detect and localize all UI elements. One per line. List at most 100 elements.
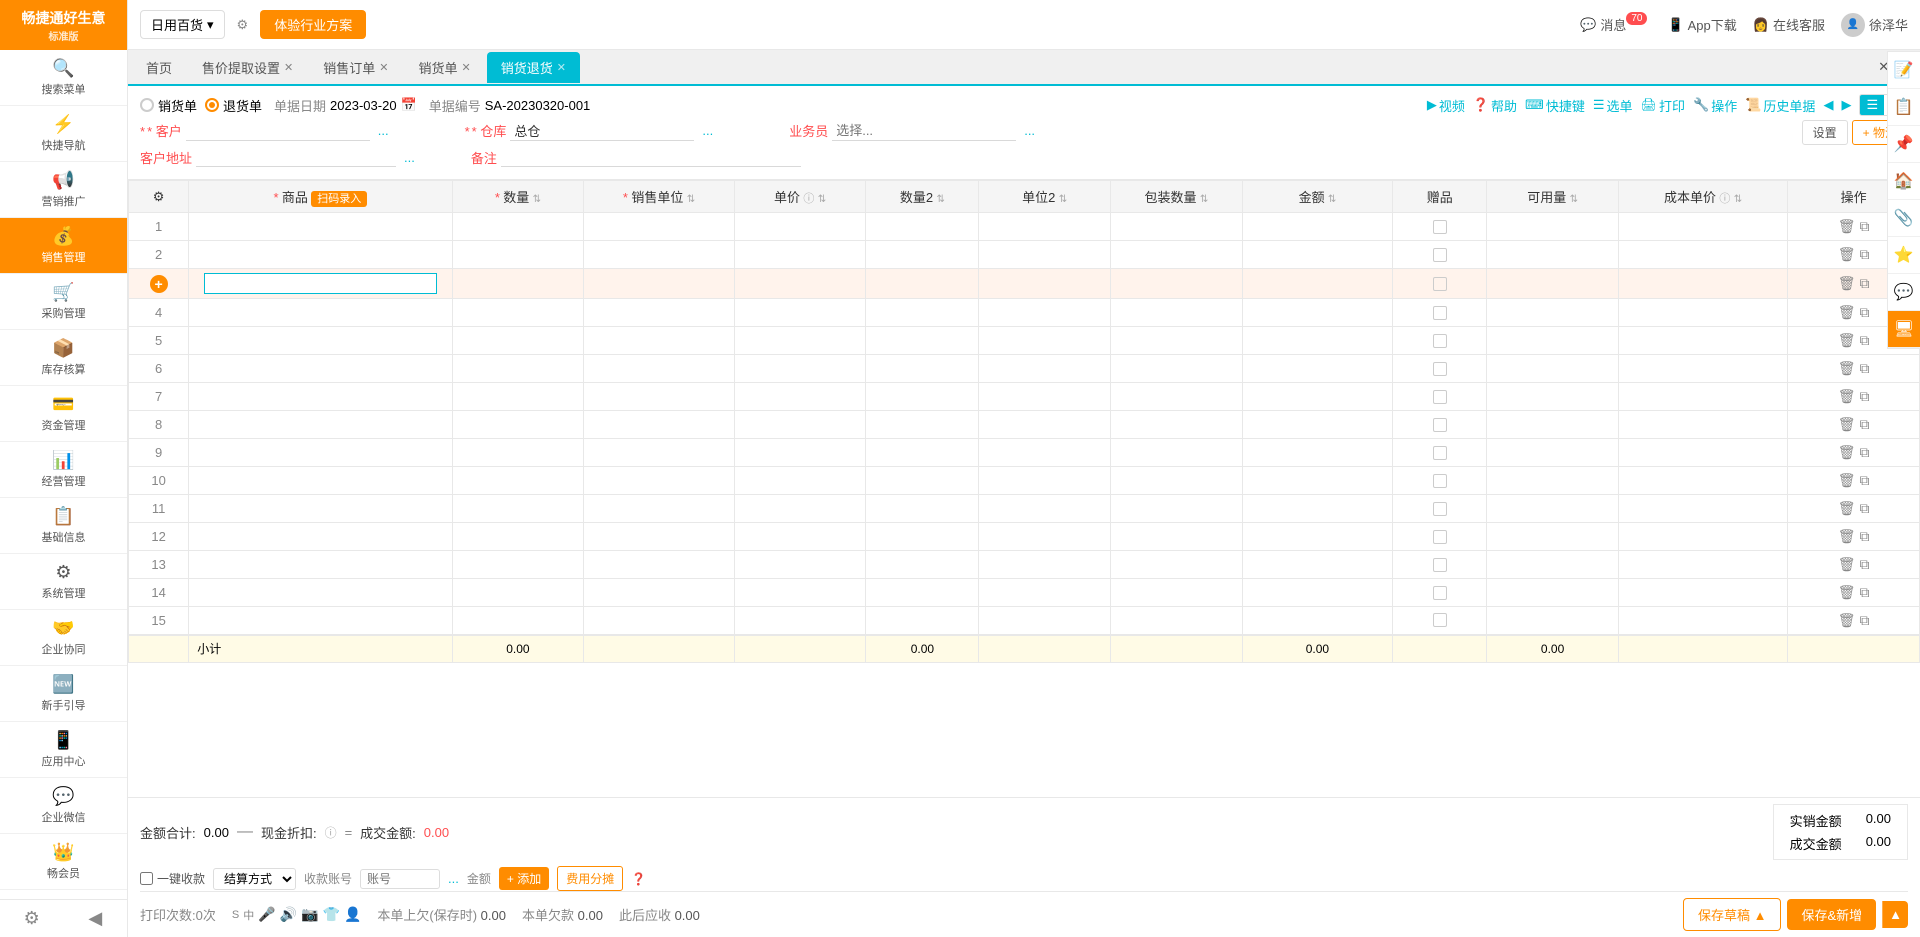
delete-row-btn[interactable]: 🗑 <box>1838 360 1856 377</box>
tab-sales-return-close[interactable]: ✕ <box>557 61 566 74</box>
product-cell[interactable] <box>189 241 452 269</box>
amount-cell[interactable] <box>1242 355 1393 383</box>
qty-cell[interactable] <box>452 327 584 355</box>
save-draft-btn[interactable]: 保存草稿 ▲ <box>1683 898 1782 931</box>
save-new-chevron[interactable]: ▲ <box>1882 901 1908 928</box>
product-cell[interactable] <box>189 383 452 411</box>
qty2-cell[interactable] <box>866 467 979 495</box>
product-input[interactable] <box>204 273 437 294</box>
address-dots[interactable]: ... <box>404 150 415 165</box>
print-action[interactable]: 🖨 打印 <box>1641 96 1686 115</box>
pkg-cell[interactable] <box>1111 411 1243 439</box>
operation-action[interactable]: 🔧 操作 <box>1693 96 1737 115</box>
unit2-cell[interactable] <box>979 495 1111 523</box>
unit-cell[interactable] <box>584 551 735 579</box>
help-action[interactable]: ❓ 帮助 <box>1473 96 1517 115</box>
qty2-cell[interactable] <box>866 355 979 383</box>
price-cell[interactable] <box>734 439 866 467</box>
amount-cell[interactable] <box>1242 327 1393 355</box>
right-panel-home[interactable]: 🏠 <box>1888 163 1920 200</box>
unit-cell[interactable] <box>584 241 735 269</box>
qty2-cell[interactable] <box>866 213 979 241</box>
col-qty2-header[interactable]: 数量2 ⇅ <box>866 181 979 213</box>
right-panel-star[interactable]: ⭐ <box>1888 237 1920 274</box>
product-cell[interactable] <box>189 467 452 495</box>
pkg-cell[interactable] <box>1111 467 1243 495</box>
amount-cell[interactable] <box>1242 523 1393 551</box>
unit2-cell[interactable] <box>979 523 1111 551</box>
delete-row-btn[interactable]: 🗑 <box>1838 416 1856 433</box>
settings-bottom-btn[interactable]: ⚙ <box>0 900 64 937</box>
tab-sales-order[interactable]: 销售订单 ✕ <box>309 52 402 83</box>
col-unit2-header[interactable]: 单位2 ⇅ <box>979 181 1111 213</box>
tab-home[interactable]: 首页 <box>132 52 186 83</box>
account-dots[interactable]: ... <box>448 871 459 886</box>
amount-cell[interactable] <box>1242 411 1393 439</box>
product-cell[interactable] <box>189 439 452 467</box>
price-cell[interactable] <box>734 383 866 411</box>
add-payment-btn[interactable]: + 添加 <box>499 867 549 890</box>
unit-cell[interactable] <box>584 523 735 551</box>
unit2-cell[interactable] <box>979 383 1111 411</box>
amount-cell[interactable] <box>1242 467 1393 495</box>
price-cell[interactable] <box>734 241 866 269</box>
amount-cell[interactable] <box>1242 551 1393 579</box>
tab-sales-order-close[interactable]: ✕ <box>379 61 388 74</box>
sidebar-item-search[interactable]: 🔍 搜索菜单 <box>0 50 127 106</box>
qty2-cell[interactable] <box>866 439 979 467</box>
radio-sale-bill[interactable]: 销货单 <box>140 96 197 115</box>
pkg-cell[interactable] <box>1111 241 1243 269</box>
customer-address-input[interactable] <box>196 147 396 167</box>
price-cell[interactable] <box>734 467 866 495</box>
copy-row-btn[interactable]: ⧉ <box>1860 444 1870 461</box>
pkg-cell[interactable] <box>1111 523 1243 551</box>
price-cell[interactable] <box>734 551 866 579</box>
salesperson-dots[interactable]: ... <box>1024 123 1035 138</box>
right-panel-attach[interactable]: 📎 <box>1888 200 1920 237</box>
copy-row-btn[interactable]: ⧉ <box>1860 556 1870 573</box>
gift-checkbox[interactable] <box>1433 306 1447 320</box>
delete-row-btn[interactable]: 🗑 <box>1838 218 1856 235</box>
experience-btn[interactable]: 体验行业方案 <box>260 10 366 39</box>
copy-row-btn[interactable]: ⧉ <box>1860 500 1870 517</box>
delete-row-btn[interactable]: 🗑 <box>1838 584 1856 601</box>
qty-cell[interactable] <box>452 439 584 467</box>
gift-cell[interactable] <box>1393 241 1487 269</box>
unit2-cell[interactable] <box>979 439 1111 467</box>
pkg-cell[interactable] <box>1111 299 1243 327</box>
gift-cell[interactable] <box>1393 213 1487 241</box>
mic-icon[interactable]: 🎤 <box>258 906 275 923</box>
settings-side-btn[interactable]: 设置 <box>1802 120 1848 145</box>
unit-cell[interactable] <box>584 383 735 411</box>
col-price-header[interactable]: 单价 ⓘ ⇅ <box>734 181 866 213</box>
sidebar-item-basic-info[interactable]: 📋 基础信息 <box>0 498 127 554</box>
amount-cell[interactable] <box>1242 299 1393 327</box>
pkg-cell[interactable] <box>1111 355 1243 383</box>
right-panel-chat[interactable]: 💬 <box>1888 274 1920 311</box>
qty2-cell[interactable] <box>866 607 979 635</box>
gift-cell[interactable] <box>1393 411 1487 439</box>
qty2-cell[interactable] <box>866 269 979 299</box>
speaker-icon[interactable]: 🔊 <box>280 906 297 923</box>
qty-cell[interactable] <box>452 607 584 635</box>
gift-checkbox[interactable] <box>1433 277 1447 291</box>
gift-cell[interactable] <box>1393 327 1487 355</box>
unit2-cell[interactable] <box>979 355 1111 383</box>
delete-row-btn[interactable]: 🗑 <box>1838 275 1856 292</box>
pkg-cell[interactable] <box>1111 383 1243 411</box>
unit2-cell[interactable] <box>979 241 1111 269</box>
sidebar-item-purchase[interactable]: 🛒 采购管理 <box>0 274 127 330</box>
qty2-cell[interactable] <box>866 327 979 355</box>
nav-prev-btn[interactable]: ◀ <box>1823 97 1833 113</box>
scan-btn[interactable]: 扫码录入 <box>311 191 367 207</box>
pkg-cell[interactable] <box>1111 269 1243 299</box>
qty-cell[interactable] <box>452 523 584 551</box>
price-cell[interactable] <box>734 411 866 439</box>
unit2-cell[interactable] <box>979 327 1111 355</box>
copy-row-btn[interactable]: ⧉ <box>1860 612 1870 629</box>
amount-cell[interactable] <box>1242 579 1393 607</box>
price-cell[interactable] <box>734 327 866 355</box>
pkg-cell[interactable] <box>1111 495 1243 523</box>
sidebar-item-guide[interactable]: 🆕 新手引导 <box>0 666 127 722</box>
split-help-icon[interactable]: ❓ <box>631 872 646 886</box>
